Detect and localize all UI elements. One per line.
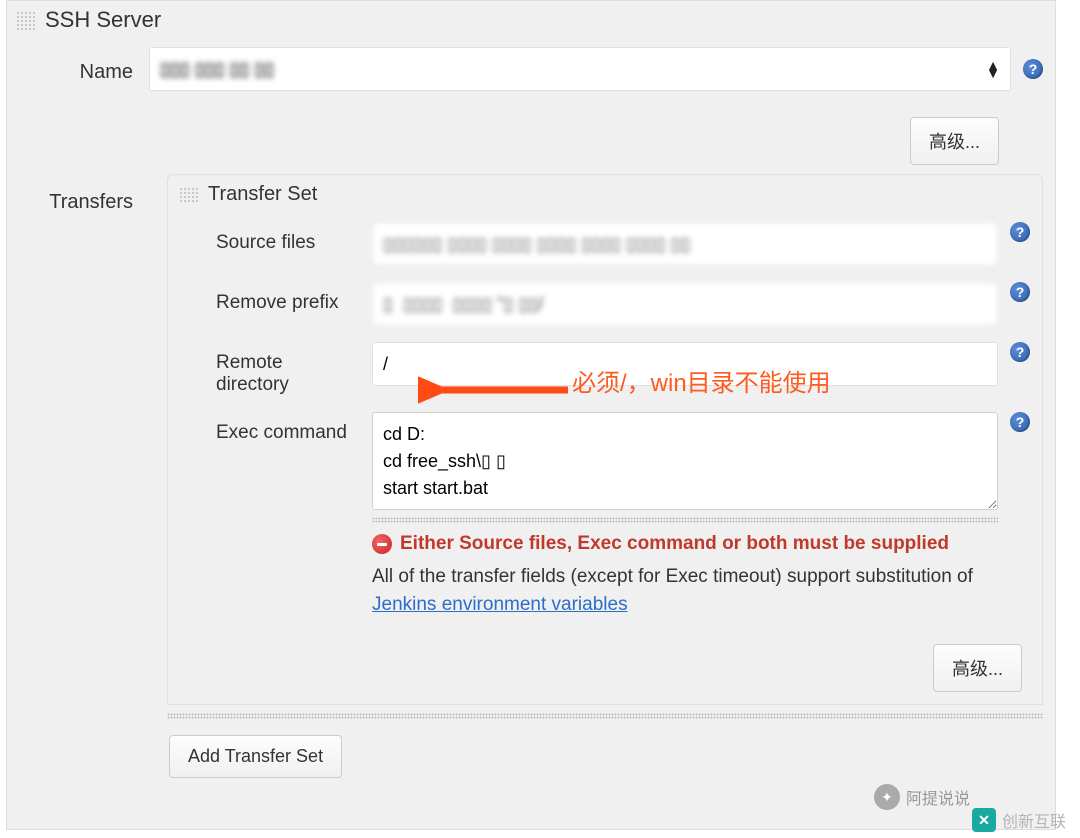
transfer-set-header: Transfer Set xyxy=(168,175,1042,214)
source-files-input[interactable] xyxy=(372,222,998,266)
drag-handle-icon[interactable] xyxy=(178,186,198,204)
advanced-button[interactable]: 高级... xyxy=(910,117,999,165)
remove-prefix-row: Remove prefix ? xyxy=(168,274,1042,334)
help-text-prefix: All of the transfer fields (except for E… xyxy=(372,566,973,587)
inner-advanced-row: 高级... xyxy=(168,628,1042,696)
watermark-text-1: 阿提说说 xyxy=(906,785,970,809)
name-value: ▯▯▯ ▯▯▯ ▯▯ ▯▯ xyxy=(160,59,274,80)
transfer-set-panel: Transfer Set Source files ? Remove prefi… xyxy=(167,174,1043,705)
watermark-brand: ✕ 创新互联 xyxy=(972,808,1066,832)
help-icon[interactable]: ? xyxy=(1010,282,1030,302)
exec-command-row: Exec command Either Source files, Exec c… xyxy=(168,404,1042,628)
help-icon[interactable]: ? xyxy=(1010,342,1030,362)
source-files-row: Source files ? xyxy=(168,214,1042,274)
name-label: Name xyxy=(19,47,149,84)
exec-command-textarea[interactable] xyxy=(372,412,998,510)
remove-prefix-label: Remove prefix xyxy=(180,282,360,314)
help-icon[interactable]: ? xyxy=(1010,412,1030,432)
name-row: Name ▯▯▯ ▯▯▯ ▯▯ ▯▯ ▲▼ ? xyxy=(7,39,1055,101)
add-transfer-set-button[interactable]: Add Transfer Set xyxy=(169,735,342,778)
resize-handle-icon[interactable] xyxy=(372,517,998,523)
watermark-wechat: ✦ 阿提说说 xyxy=(874,784,970,810)
transfer-set-title: Transfer Set xyxy=(208,183,317,206)
help-icon[interactable]: ? xyxy=(1010,222,1030,242)
error-text: Either Source files, Exec command or bot… xyxy=(400,531,949,557)
error-message-box: Either Source files, Exec command or bot… xyxy=(372,527,998,557)
exec-command-label: Exec command xyxy=(180,412,360,444)
brand-logo-icon: ✕ xyxy=(972,808,996,832)
remote-directory-input[interactable] xyxy=(372,342,998,386)
chevron-updown-icon: ▲▼ xyxy=(986,61,1000,77)
name-select[interactable]: ▯▯▯ ▯▯▯ ▯▯ ▯▯ ▲▼ xyxy=(149,47,1011,91)
wechat-icon: ✦ xyxy=(874,784,900,810)
remote-directory-label: Remote directory xyxy=(180,342,360,396)
inner-advanced-button[interactable]: 高级... xyxy=(933,644,1022,692)
help-icon[interactable]: ? xyxy=(1023,59,1043,79)
drag-handle-icon[interactable] xyxy=(15,10,37,30)
source-files-label: Source files xyxy=(180,222,360,254)
section-header: SSH Server xyxy=(7,1,1055,39)
watermark-text-2: 创新互联 xyxy=(1002,808,1066,832)
help-text: All of the transfer fields (except for E… xyxy=(372,563,998,620)
error-icon xyxy=(372,534,392,554)
jenkins-env-link[interactable]: Jenkins environment variables xyxy=(372,594,628,615)
remove-prefix-input[interactable] xyxy=(372,282,998,326)
transfers-label: Transfers xyxy=(19,187,149,214)
remote-directory-row: Remote directory ? xyxy=(168,334,1042,404)
advanced-row: 高级... xyxy=(7,101,1055,169)
add-transfer-row: Add Transfer Set xyxy=(155,719,1055,778)
section-title: SSH Server xyxy=(45,7,161,33)
ssh-server-panel: SSH Server Name ▯▯▯ ▯▯▯ ▯▯ ▯▯ ▲▼ ? 高级...… xyxy=(6,0,1056,830)
